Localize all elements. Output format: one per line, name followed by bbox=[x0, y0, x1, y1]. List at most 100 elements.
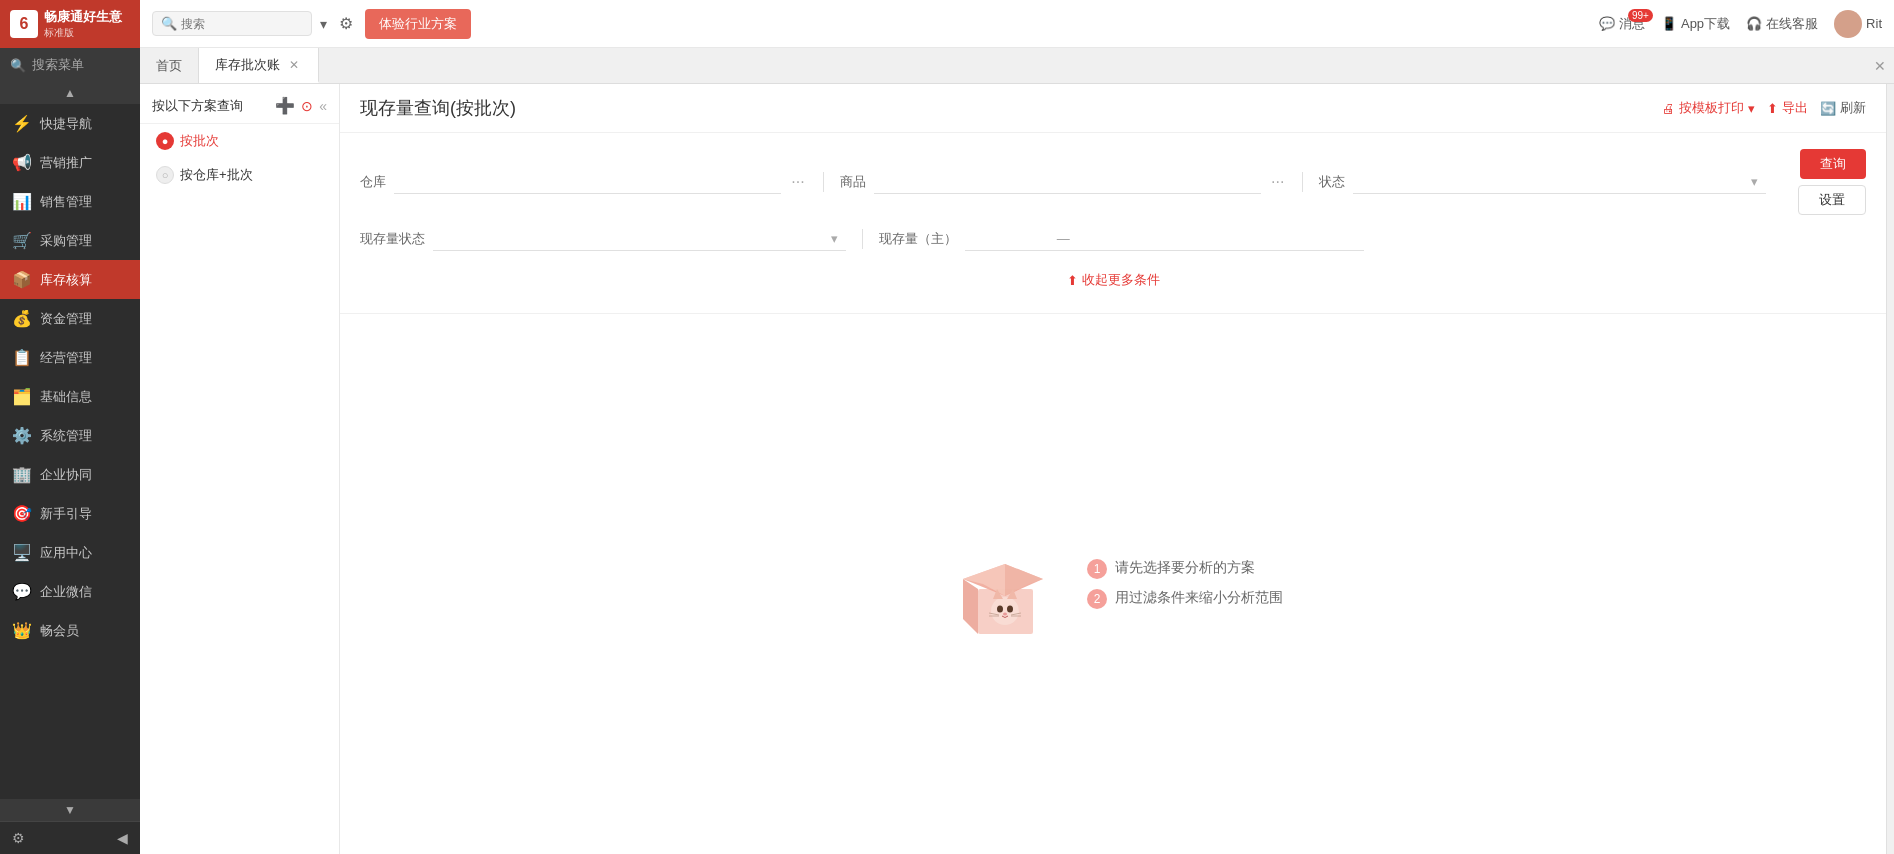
scheme-by-batch[interactable]: ● 按批次 bbox=[140, 124, 339, 158]
collapse-filters-btn[interactable]: ⬆ 收起更多条件 bbox=[360, 263, 1866, 297]
sidebar-item-system[interactable]: ⚙️ 系统管理 bbox=[0, 416, 140, 455]
product-input[interactable] bbox=[874, 170, 1261, 194]
print-btn[interactable]: 🖨 按模板打印 ▾ bbox=[1662, 99, 1755, 117]
tab-inventory-batch[interactable]: 库存批次账 ✕ bbox=[199, 48, 319, 83]
topbar-search-input[interactable] bbox=[181, 17, 281, 31]
trial-btn[interactable]: 体验行业方案 bbox=[365, 9, 471, 39]
stock-qty-max-input[interactable] bbox=[1074, 231, 1154, 246]
stock-qty-min-input[interactable] bbox=[973, 231, 1053, 246]
scheme-by-warehouse-batch[interactable]: ○ 按仓库+批次 bbox=[140, 158, 339, 192]
sidebar-item-label: 资金管理 bbox=[40, 310, 92, 328]
sales-icon: 📊 bbox=[12, 192, 32, 211]
topbar-search-box[interactable]: 🔍 bbox=[152, 11, 312, 36]
tab-inventory-batch-label: 库存批次账 bbox=[215, 56, 280, 74]
warehouse-dots-btn[interactable]: ··· bbox=[789, 171, 806, 193]
sidebar-scroll-down[interactable]: ▼ bbox=[0, 799, 140, 821]
inventory-icon: 📦 bbox=[12, 270, 32, 289]
sidebar-item-new-guide[interactable]: 🎯 新手引导 bbox=[0, 494, 140, 533]
main-content: 🔍 ▾ ⚙ 体验行业方案 💬 消息 99+ 📱 App下载 🎧 在线客服 Rit bbox=[140, 0, 1894, 854]
export-icon: ⬆ bbox=[1767, 101, 1778, 116]
messages-badge: 99+ bbox=[1628, 9, 1653, 22]
product-dots-btn[interactable]: ··· bbox=[1269, 171, 1286, 193]
stock-qty-filter-group: 现存量（主） — bbox=[879, 227, 1365, 251]
sidebar-item-purchase[interactable]: 🛒 采购管理 bbox=[0, 221, 140, 260]
sidebar-item-app-center[interactable]: 🖥️ 应用中心 bbox=[0, 533, 140, 572]
refresh-btn[interactable]: 🔄 刷新 bbox=[1820, 99, 1866, 117]
sidebar-item-quick-nav[interactable]: ⚡ 快捷导航 bbox=[0, 104, 140, 143]
sidebar-settings-btn[interactable]: ⚙ bbox=[12, 830, 25, 846]
scheme-by-batch-label: 按批次 bbox=[180, 132, 219, 150]
settings-scheme-btn[interactable]: ⊙ bbox=[301, 96, 313, 115]
product-filter-group: 商品 ··· bbox=[840, 170, 1287, 194]
username: Rit bbox=[1866, 16, 1882, 31]
tab-home-label: 首页 bbox=[156, 57, 182, 75]
app-download-btn[interactable]: 📱 App下载 bbox=[1661, 15, 1730, 33]
sidebar-item-inventory[interactable]: 📦 库存核算 bbox=[0, 260, 140, 299]
sidebar-item-member[interactable]: 👑 畅会员 bbox=[0, 611, 140, 650]
sidebar-item-operations[interactable]: 📋 经营管理 bbox=[0, 338, 140, 377]
export-btn[interactable]: ⬆ 导出 bbox=[1767, 99, 1808, 117]
filter-settings-btn[interactable]: 设置 bbox=[1798, 185, 1866, 215]
scheme-active-icon: ● bbox=[156, 132, 174, 150]
tip-1-text: 请先选择要分析的方案 bbox=[1115, 559, 1255, 577]
app-title: 畅康通好生意 bbox=[44, 9, 122, 26]
page-title: 现存量查询(按批次) bbox=[360, 96, 516, 120]
add-scheme-btn[interactable]: ➕ bbox=[275, 96, 295, 115]
svg-marker-2 bbox=[963, 579, 978, 634]
topbar-settings-btn[interactable]: ⚙ bbox=[335, 10, 357, 37]
stock-status-select[interactable]: ▾ bbox=[433, 227, 846, 251]
sidebar-item-label: 企业微信 bbox=[40, 583, 92, 601]
scheme-panel-actions: ➕ ⊙ « bbox=[275, 96, 327, 115]
scheme-inactive-icon: ○ bbox=[156, 166, 174, 184]
sidebar-item-enterprise[interactable]: 🏢 企业协同 bbox=[0, 455, 140, 494]
filter-area: 仓库 ··· 商品 ··· 状态 bbox=[340, 133, 1886, 314]
purchase-icon: 🛒 bbox=[12, 231, 32, 250]
tab-home[interactable]: 首页 bbox=[140, 48, 199, 83]
status-select[interactable]: ▾ bbox=[1353, 170, 1766, 194]
wechat-icon: 💬 bbox=[12, 582, 32, 601]
sidebar-item-finance[interactable]: 💰 资金管理 bbox=[0, 299, 140, 338]
sidebar-item-label: 企业协同 bbox=[40, 466, 92, 484]
sidebar-item-sales[interactable]: 📊 销售管理 bbox=[0, 182, 140, 221]
stock-qty-range: — bbox=[965, 227, 1365, 251]
sidebar-item-marketing[interactable]: 📢 营销推广 bbox=[0, 143, 140, 182]
empty-tip-1: 1 请先选择要分析的方案 bbox=[1087, 559, 1283, 579]
collapse-scheme-panel-btn[interactable]: « bbox=[319, 96, 327, 115]
system-icon: ⚙️ bbox=[12, 426, 32, 445]
warehouse-input[interactable] bbox=[394, 170, 781, 194]
sidebar-search[interactable]: 🔍 搜索菜单 bbox=[0, 48, 140, 82]
online-service-label: 在线客服 bbox=[1766, 15, 1818, 33]
user-profile-btn[interactable]: Rit bbox=[1834, 10, 1882, 38]
sidebar-item-wechat[interactable]: 💬 企业微信 bbox=[0, 572, 140, 611]
action-bar: 查询 设置 bbox=[1798, 149, 1866, 215]
tabbar-close-all-btn[interactable]: ✕ bbox=[1874, 58, 1886, 74]
headset-icon: 🎧 bbox=[1746, 16, 1762, 31]
sidebar-collapse-btn[interactable]: ◀ bbox=[117, 830, 128, 846]
right-scrollbar[interactable] bbox=[1886, 84, 1894, 854]
download-icon: 📱 bbox=[1661, 16, 1677, 31]
online-service-btn[interactable]: 🎧 在线客服 bbox=[1746, 15, 1818, 33]
stock-status-filter-group: 现存量状态 ▾ bbox=[360, 227, 846, 251]
stock-status-dropdown-icon: ▾ bbox=[831, 231, 838, 246]
app-center-icon: 🖥️ bbox=[12, 543, 32, 562]
sidebar-item-label: 库存核算 bbox=[40, 271, 92, 289]
filter-row-1: 仓库 ··· 商品 ··· 状态 bbox=[360, 149, 1866, 215]
query-btn[interactable]: 查询 bbox=[1800, 149, 1866, 179]
search-icon: 🔍 bbox=[10, 58, 26, 73]
topbar-search-dropdown[interactable]: ▾ bbox=[320, 16, 327, 32]
messages-btn[interactable]: 💬 消息 99+ bbox=[1599, 15, 1645, 33]
basic-info-icon: 🗂️ bbox=[12, 387, 32, 406]
stock-qty-label: 现存量（主） bbox=[879, 230, 957, 248]
marketing-icon: 📢 bbox=[12, 153, 32, 172]
right-panel: 现存量查询(按批次) 🖨 按模板打印 ▾ ⬆ 导出 🔄 刷新 bbox=[340, 84, 1886, 854]
operations-icon: 📋 bbox=[12, 348, 32, 367]
sidebar-item-label: 畅会员 bbox=[40, 622, 79, 640]
sidebar-item-basic-info[interactable]: 🗂️ 基础信息 bbox=[0, 377, 140, 416]
tab-close-btn[interactable]: ✕ bbox=[286, 57, 302, 73]
print-icon: 🖨 bbox=[1662, 101, 1675, 116]
sidebar-nav: ⚡ 快捷导航 📢 营销推广 📊 销售管理 🛒 采购管理 📦 库存核算 💰 资金管… bbox=[0, 104, 140, 799]
scheme-by-warehouse-batch-label: 按仓库+批次 bbox=[180, 166, 253, 184]
app-edition: 标准版 bbox=[44, 26, 122, 39]
sidebar-scroll-up[interactable]: ▲ bbox=[0, 82, 140, 104]
svg-point-10 bbox=[1003, 613, 1007, 616]
